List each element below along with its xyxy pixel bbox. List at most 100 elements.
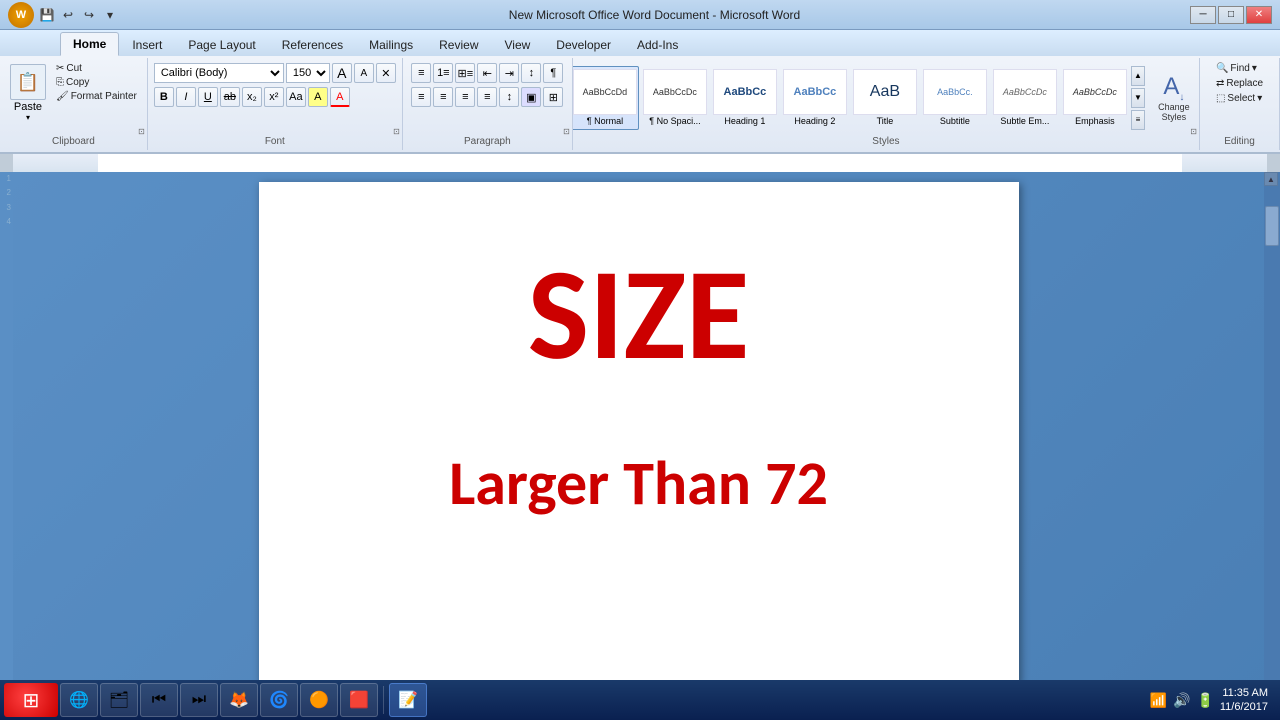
styles-scroll-up[interactable]: ▲: [1131, 66, 1145, 86]
subscript-button[interactable]: x₂: [242, 87, 262, 107]
copy-button[interactable]: ⎘ Copy: [52, 76, 141, 89]
highlight-button[interactable]: A: [308, 87, 328, 107]
tab-page-layout[interactable]: Page Layout: [175, 33, 268, 56]
paragraph-expand-icon[interactable]: ⊡: [563, 127, 570, 136]
style-normal[interactable]: AaBbCcDd ¶ Normal: [573, 66, 639, 130]
tab-home[interactable]: Home: [60, 32, 119, 56]
multilevel-list-button[interactable]: ⊞≡: [455, 63, 475, 83]
style-subtle-em[interactable]: AaBbCcDc Subtle Em...: [991, 66, 1059, 130]
style-emphasis[interactable]: AaBbCcDc Emphasis: [1061, 66, 1129, 130]
change-case-button[interactable]: Aa: [286, 87, 306, 107]
start-button[interactable]: ⊞: [4, 683, 58, 717]
redo-qa-button[interactable]: ↪: [80, 6, 98, 24]
format-painter-button[interactable]: 🖌 Format Painter: [52, 90, 141, 103]
paste-button[interactable]: 📋 Paste ▾: [6, 62, 50, 124]
save-qa-button[interactable]: 💾: [38, 6, 56, 24]
clear-format-button[interactable]: ✕: [376, 63, 396, 83]
border-button[interactable]: ⊞: [543, 87, 563, 107]
superscript-button[interactable]: x²: [264, 87, 284, 107]
font-expand-icon[interactable]: ⊡: [393, 127, 400, 136]
font-name-select[interactable]: Calibri (Body): [154, 63, 284, 83]
taskbar-word-button[interactable]: 📝: [389, 683, 427, 717]
undo-qa-button[interactable]: ↩: [59, 6, 77, 24]
maximize-button[interactable]: □: [1218, 6, 1244, 24]
grow-font-button[interactable]: A: [332, 63, 352, 83]
editing-group-content: 🔍 Find ▾ ⇄ Replace ⬚ Select ▾: [1212, 60, 1267, 135]
tab-references[interactable]: References: [269, 33, 356, 56]
minimize-button[interactable]: ─: [1190, 6, 1216, 24]
style-subtitle[interactable]: AaBbCc. Subtitle: [921, 66, 989, 130]
clipboard-group-label: Clipboard: [48, 135, 99, 148]
shading-button[interactable]: ▣: [521, 87, 541, 107]
taskbar-app2-button[interactable]: 🟥: [340, 683, 378, 717]
ruler-left-margin: [0, 154, 13, 172]
increase-indent-button[interactable]: ⇥: [499, 63, 519, 83]
tab-review[interactable]: Review: [426, 33, 491, 56]
paste-dropdown-arrow[interactable]: ▾: [26, 113, 30, 122]
media2-icon: ⏭: [192, 691, 206, 709]
bullet-list-button[interactable]: ≡: [411, 63, 431, 83]
font-size-select[interactable]: 150: [286, 63, 330, 83]
taskbar-explorer-button[interactable]: 🗂: [100, 683, 138, 717]
style-heading2-preview: AaBbCc: [783, 69, 847, 115]
style-normal-label: ¶ Normal: [587, 116, 623, 126]
change-styles-button[interactable]: A↓ Change Styles: [1147, 69, 1200, 127]
paragraph-align-row: ≡ ≡ ≡ ≡ ↕ ▣ ⊞: [411, 87, 563, 107]
style-heading2[interactable]: AaBbCc Heading 2: [781, 66, 849, 130]
shrink-font-button[interactable]: A: [354, 63, 374, 83]
style-heading2-label: Heading 2: [794, 116, 835, 126]
right-scrollbar[interactable]: ▲ ▼: [1264, 172, 1280, 694]
taskbar-media-button[interactable]: ⏮: [140, 683, 178, 717]
align-center-button[interactable]: ≡: [433, 87, 453, 107]
close-button[interactable]: ✕: [1246, 6, 1272, 24]
align-left-button[interactable]: ≡: [411, 87, 431, 107]
scroll-up-arrow[interactable]: ▲: [1264, 172, 1278, 186]
decrease-indent-button[interactable]: ⇤: [477, 63, 497, 83]
editing-group: 🔍 Find ▾ ⇄ Replace ⬚ Select ▾ Editing: [1200, 58, 1280, 150]
styles-scroll-down[interactable]: ▼: [1131, 88, 1145, 108]
qa-dropdown-button[interactable]: ▾: [101, 6, 119, 24]
select-button[interactable]: ⬚ Select ▾: [1212, 92, 1266, 105]
tab-mailings[interactable]: Mailings: [356, 33, 426, 56]
justify-button[interactable]: ≡: [477, 87, 497, 107]
strikethrough-button[interactable]: ab: [220, 87, 240, 107]
tray-network-icon: 📶: [1150, 692, 1167, 709]
taskbar-firefox-button[interactable]: 🦊: [220, 683, 258, 717]
style-no-spacing[interactable]: AaBbCcDc ¶ No Spaci...: [641, 66, 709, 130]
line-spacing-button[interactable]: ↕: [499, 87, 519, 107]
clipboard-expand-icon[interactable]: ⊡: [138, 127, 145, 136]
tab-insert[interactable]: Insert: [119, 33, 175, 56]
document-page: SIZE Larger Than 72: [259, 182, 1019, 684]
style-heading1-preview: AaBbCc: [713, 69, 777, 115]
tab-add-ins[interactable]: Add-Ins: [624, 33, 691, 56]
styles-scroll-more[interactable]: ≡: [1131, 110, 1145, 130]
taskbar-ie-button[interactable]: 🌐: [60, 683, 98, 717]
numbered-list-button[interactable]: 1≡: [433, 63, 453, 83]
sort-button[interactable]: ↕: [521, 63, 541, 83]
taskbar-media2-button[interactable]: ⏭: [180, 683, 218, 717]
system-tray: 📶 🔊 🔋 11:35 AM 11/6/2017: [1142, 686, 1276, 715]
font-color-button[interactable]: A: [330, 87, 350, 107]
font-format-row: B I U ab x₂ x² Aa A A: [154, 87, 350, 107]
italic-button[interactable]: I: [176, 87, 196, 107]
tab-developer[interactable]: Developer: [543, 33, 624, 56]
tab-view[interactable]: View: [492, 33, 544, 56]
taskbar-app1-button[interactable]: 🟠: [300, 683, 338, 717]
styles-expand-icon[interactable]: ⊡: [1190, 127, 1197, 136]
scroll-area[interactable]: SIZE Larger Than 72: [13, 172, 1264, 694]
quick-access-toolbar: 💾 ↩ ↪ ▾: [38, 6, 119, 24]
find-button[interactable]: 🔍 Find ▾: [1212, 62, 1261, 75]
align-right-button[interactable]: ≡: [455, 87, 475, 107]
style-title[interactable]: AaB Title: [851, 66, 919, 130]
style-normal-preview: AaBbCcDd: [573, 69, 637, 115]
office-button[interactable]: W: [8, 2, 34, 28]
taskbar-chrome-button[interactable]: 🌀: [260, 683, 298, 717]
style-heading1[interactable]: AaBbCc Heading 1: [711, 66, 779, 130]
scrollbar-thumb[interactable]: [1265, 206, 1279, 246]
replace-button[interactable]: ⇄ Replace: [1212, 77, 1267, 90]
media-icon: ⏮: [152, 691, 166, 709]
bold-button[interactable]: B: [154, 87, 174, 107]
underline-button[interactable]: U: [198, 87, 218, 107]
cut-button[interactable]: ✂ Cut: [52, 62, 141, 75]
show-paragraph-button[interactable]: ¶: [543, 63, 563, 83]
